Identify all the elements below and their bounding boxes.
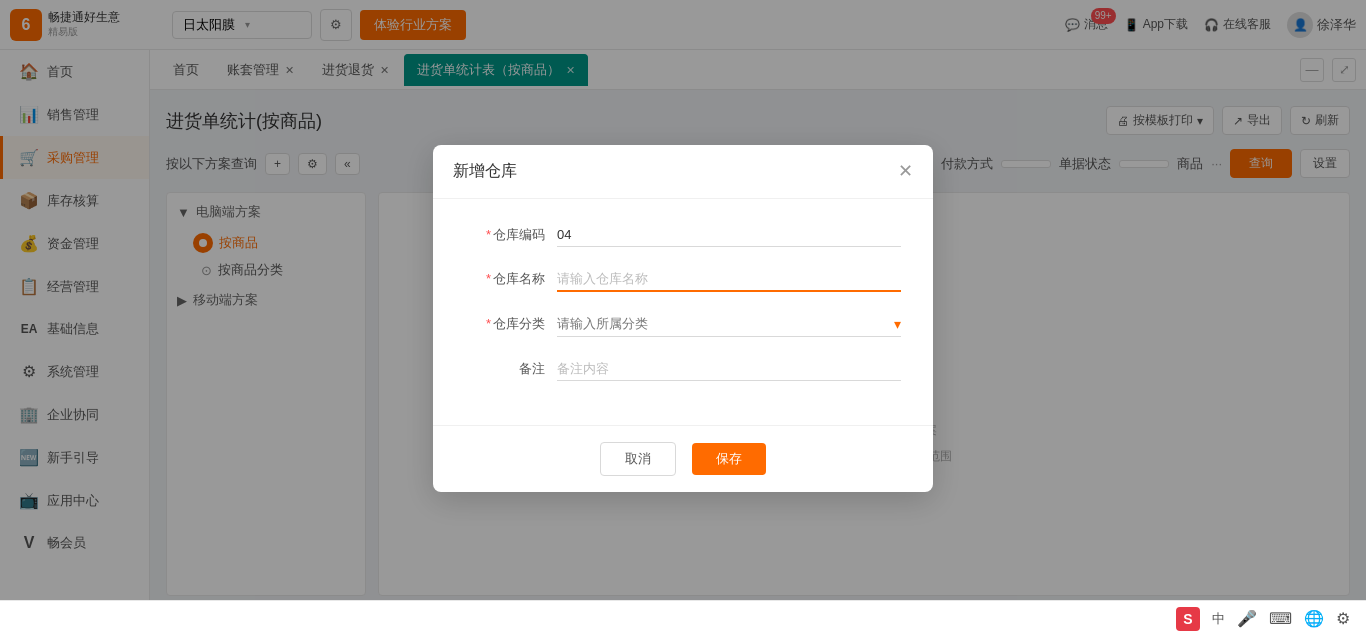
category-arrow-icon: ▾ <box>894 316 901 332</box>
form-row-name: 仓库名称 <box>465 267 901 292</box>
category-input[interactable] <box>557 316 894 331</box>
mic-icon[interactable]: 🎤 <box>1237 609 1257 628</box>
modal-close-btn[interactable]: ✕ <box>898 162 913 180</box>
code-label: 仓库编码 <box>465 226 545 244</box>
modal-footer: 取消 保存 <box>433 425 933 492</box>
note-label: 备注 <box>465 360 545 378</box>
chinese-label: 中 <box>1212 610 1225 628</box>
keyboard-icon[interactable]: ⌨ <box>1269 609 1292 628</box>
note-input[interactable] <box>557 357 901 381</box>
modal-header: 新增仓库 ✕ <box>433 145 933 199</box>
modal-overlay: 新增仓库 ✕ 仓库编码 仓库名称 仓库分类 ▾ <box>0 0 1366 636</box>
modal-title: 新增仓库 <box>453 161 517 182</box>
form-row-code: 仓库编码 <box>465 223 901 247</box>
name-label: 仓库名称 <box>465 270 545 288</box>
s-brand-icon: S <box>1176 607 1200 631</box>
settings-tray-icon[interactable]: ⚙ <box>1336 609 1350 628</box>
category-label: 仓库分类 <box>465 315 545 333</box>
modal-body: 仓库编码 仓库名称 仓库分类 ▾ 备注 <box>433 199 933 425</box>
translate-icon[interactable]: 🌐 <box>1304 609 1324 628</box>
code-input[interactable] <box>557 223 901 247</box>
form-row-category: 仓库分类 ▾ <box>465 312 901 337</box>
form-row-note: 备注 <box>465 357 901 381</box>
bottom-bar: S 中 🎤 ⌨ 🌐 ⚙ <box>0 600 1366 636</box>
save-btn[interactable]: 保存 <box>692 443 766 475</box>
cancel-btn[interactable]: 取消 <box>600 442 676 476</box>
category-select[interactable]: ▾ <box>557 312 901 337</box>
new-warehouse-modal: 新增仓库 ✕ 仓库编码 仓库名称 仓库分类 ▾ <box>433 145 933 492</box>
name-input[interactable] <box>557 267 901 292</box>
